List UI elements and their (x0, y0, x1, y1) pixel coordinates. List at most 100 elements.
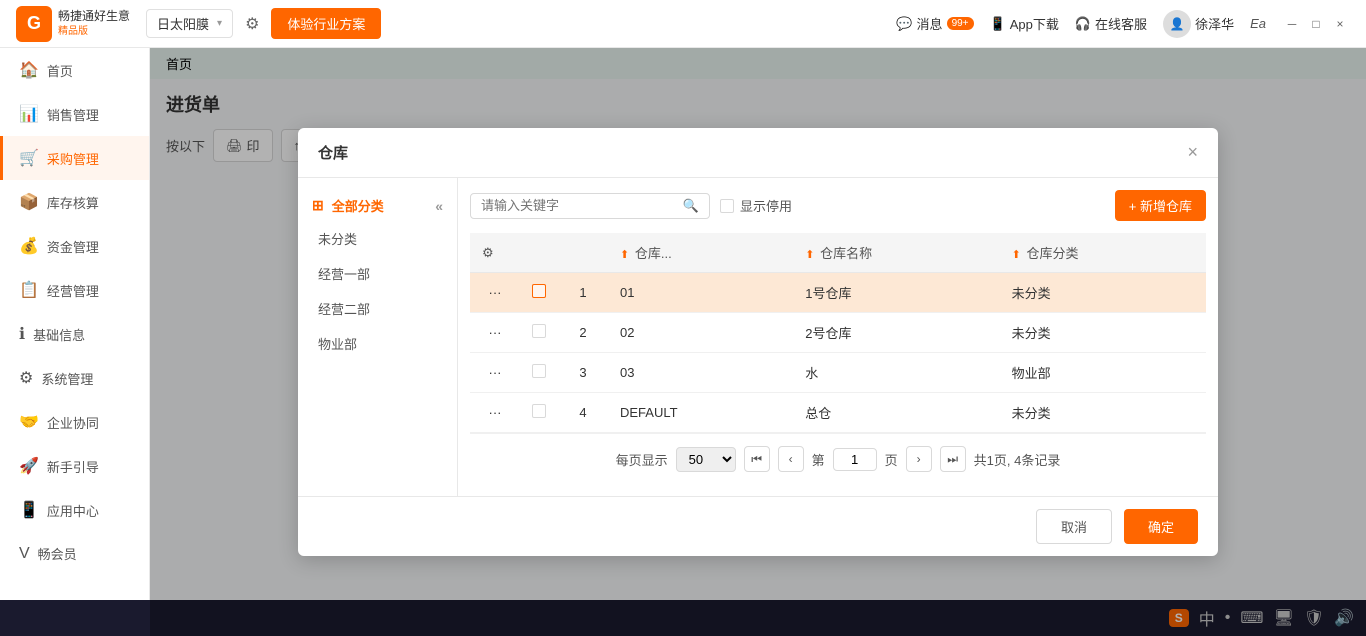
row-name: 总仓 (793, 393, 999, 433)
warehouse-table: ⚙ ⬆ 仓库... ⬆ (470, 233, 1206, 433)
row-name: 2号仓库 (793, 313, 999, 353)
search-icon: 🔍 (683, 198, 699, 214)
messages-item[interactable]: 💬 消息 99+ (896, 14, 973, 33)
table-row[interactable]: ··· 4 DEFAULT 总仓 未分类 (470, 393, 1206, 433)
sidebar-item-system[interactable]: ⚙ 系统管理 (0, 356, 149, 400)
sidebar-label-app-center: 应用中心 (47, 501, 99, 520)
sidebar-item-inventory[interactable]: 📦 库存核算 (0, 180, 149, 224)
search-input[interactable] (481, 198, 683, 213)
sales-icon: 📊 (19, 104, 39, 124)
sidebar-item-enterprise[interactable]: 🤝 企业协同 (0, 400, 149, 444)
category-header[interactable]: ⊞ 全部分类 « (298, 190, 457, 221)
cancel-button[interactable]: 取消 (1036, 509, 1112, 544)
service-label: 在线客服 (1095, 14, 1147, 33)
category-item-property[interactable]: 物业部 (298, 326, 457, 361)
info-icon: ℹ (19, 324, 25, 344)
sidebar-label-sales: 销售管理 (47, 105, 99, 124)
minimize-button[interactable]: ─ (1282, 14, 1302, 34)
page-number-input[interactable] (833, 448, 877, 471)
row-num: 3 (558, 353, 608, 393)
header-right: 💬 消息 99+ 📱 App下载 🎧 在线客服 👤 徐泽华 Ea ─ □ × (896, 10, 1350, 38)
home-icon: 🏠 (19, 60, 39, 80)
row-gear[interactable]: ··· (470, 273, 520, 313)
brand-sub: 精品版 (58, 25, 130, 38)
col-header-category[interactable]: ⬆ 仓库分类 (1000, 233, 1206, 273)
sidebar-item-home[interactable]: 🏠 首页 (0, 48, 149, 92)
sidebar-item-finance[interactable]: 💰 资金管理 (0, 224, 149, 268)
guide-icon: 🚀 (19, 456, 39, 476)
show-disabled-checkbox[interactable] (720, 199, 734, 213)
col-header-name[interactable]: ⬆ 仓库名称 (793, 233, 999, 273)
row-checkbox[interactable] (520, 393, 558, 433)
sidebar-item-purchase[interactable]: 🛒 采购管理 (0, 136, 149, 180)
table-row[interactable]: ··· 3 03 水 物业部 (470, 353, 1206, 393)
inventory-icon: 📦 (19, 192, 39, 212)
grid-icon: ⊞ (312, 197, 324, 214)
table-row[interactable]: ··· 1 01 1号仓库 未分类 (470, 273, 1206, 313)
modal-header: 仓库 × (298, 128, 1218, 178)
message-icon: 💬 (896, 16, 912, 32)
sidebar-item-app-center[interactable]: 📱 应用中心 (0, 488, 149, 532)
app-download-item[interactable]: 📱 App下载 (990, 14, 1059, 33)
row-checkbox[interactable] (520, 353, 558, 393)
sort-icon-name: ⬆ (805, 249, 814, 261)
enterprise-icon: 🤝 (19, 412, 39, 432)
sort-icon: ⬆ (620, 249, 629, 261)
table-row[interactable]: ··· 2 02 2号仓库 未分类 (470, 313, 1206, 353)
app-center-icon: 📱 (19, 500, 39, 520)
search-bar: 🔍 显示停用 + 新增仓库 (470, 190, 1206, 221)
collapse-icon[interactable]: « (435, 198, 443, 214)
col-header-num (558, 233, 608, 273)
confirm-button[interactable]: 确定 (1124, 509, 1198, 544)
first-page-button[interactable]: ⏮ (744, 446, 770, 472)
last-page-button[interactable]: ⏭ (940, 446, 966, 472)
logo-icon: G (16, 6, 52, 42)
category-item-unclassified[interactable]: 未分类 (298, 221, 457, 256)
main-content: 首页 进货单 按以下 🖨 印 ↑ 导出 ↺ 刷新 查询 设置 (150, 48, 1366, 636)
operations-icon: 📋 (19, 280, 39, 300)
row-checkbox[interactable] (520, 313, 558, 353)
brand-logo: G 畅捷通好生意 精品版 (16, 6, 130, 42)
prev-page-button[interactable]: ‹ (778, 446, 804, 472)
brand-text: 畅捷通好生意 精品版 (58, 9, 130, 38)
row-num: 4 (558, 393, 608, 433)
try-button[interactable]: 体验行业方案 (271, 8, 381, 39)
row-checkbox[interactable] (520, 273, 558, 313)
sidebar-label-system: 系统管理 (41, 369, 93, 388)
sidebar-item-operations[interactable]: 📋 经营管理 (0, 268, 149, 312)
category-item-ops1[interactable]: 经营一部 (298, 256, 457, 291)
row-gear[interactable]: ··· (470, 313, 520, 353)
row-gear[interactable]: ··· (470, 353, 520, 393)
maximize-button[interactable]: □ (1306, 14, 1326, 34)
per-page-select[interactable]: 50 100 200 (676, 447, 736, 472)
col-header-check (520, 233, 558, 273)
col-header-code[interactable]: ⬆ 仓库... (608, 233, 793, 273)
user-item[interactable]: 👤 徐泽华 (1163, 10, 1234, 38)
add-warehouse-button[interactable]: + 新增仓库 (1115, 190, 1206, 221)
page-label: 页 (885, 450, 898, 469)
category-panel: ⊞ 全部分类 « 未分类 经营一部 经营二部 (298, 178, 458, 496)
category-item-ops2[interactable]: 经营二部 (298, 291, 457, 326)
search-input-wrap[interactable]: 🔍 (470, 193, 710, 219)
modal-close-button[interactable]: × (1187, 142, 1198, 163)
sidebar-item-guide[interactable]: 🚀 新手引导 (0, 444, 149, 488)
purchase-icon: 🛒 (19, 148, 39, 168)
chevron-down-icon: ▾ (217, 18, 222, 29)
modal-body: ⊞ 全部分类 « 未分类 经营一部 经营二部 (298, 178, 1218, 496)
sidebar-label-purchase: 采购管理 (47, 149, 99, 168)
modal-title: 仓库 (318, 142, 348, 163)
sidebar-label-vip: 畅会员 (38, 544, 77, 563)
row-name: 1号仓库 (793, 273, 999, 313)
sidebar-item-basic-info[interactable]: ℹ 基础信息 (0, 312, 149, 356)
settings-icon[interactable]: ⚙ (245, 14, 259, 34)
service-item[interactable]: 🎧 在线客服 (1075, 14, 1147, 33)
store-name: 日太阳膜 (157, 14, 209, 33)
store-selector[interactable]: 日太阳膜 ▾ (146, 9, 233, 38)
show-disabled-option[interactable]: 显示停用 (720, 196, 792, 215)
row-gear[interactable]: ··· (470, 393, 520, 433)
close-window-button[interactable]: × (1330, 14, 1350, 34)
col-header-gear: ⚙ (470, 233, 520, 273)
sidebar-item-sales[interactable]: 📊 销售管理 (0, 92, 149, 136)
sidebar-item-vip[interactable]: V 畅会员 (0, 532, 149, 575)
next-page-button[interactable]: › (906, 446, 932, 472)
